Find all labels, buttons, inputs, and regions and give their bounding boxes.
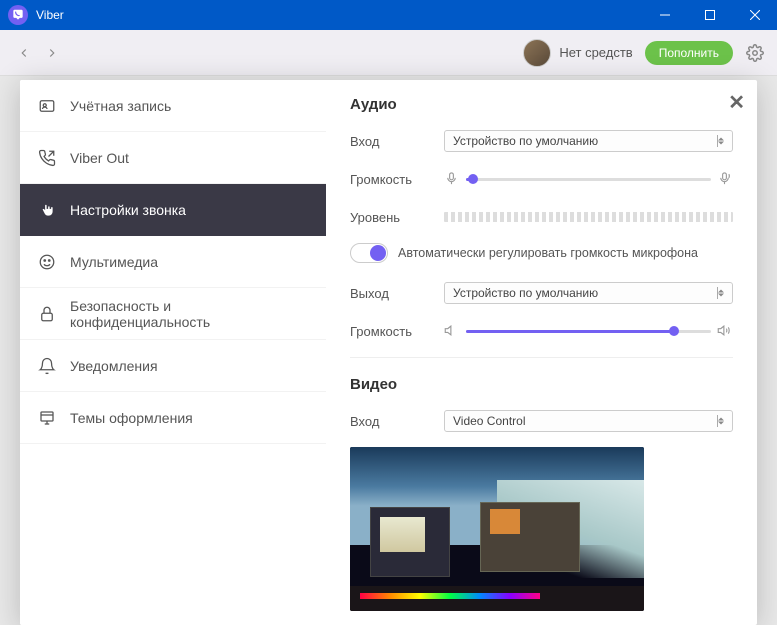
video-input-label: Вход (350, 414, 444, 429)
audio-section-title: Аудио (350, 96, 733, 113)
speaker-volume-label: Громкость (350, 324, 444, 339)
sidebar-item-label: Мультимедиа (70, 254, 158, 270)
forward-button[interactable] (38, 39, 66, 67)
sidebar-item-label: Viber Out (70, 150, 129, 166)
mic-high-icon (717, 171, 733, 187)
speaker-low-icon (444, 323, 460, 339)
phone-out-icon (38, 149, 56, 167)
settings-gear-icon[interactable] (743, 44, 767, 62)
audio-input-label: Вход (350, 134, 444, 149)
balance-text: Нет средств (559, 45, 632, 60)
sidebar-item-account[interactable]: Учётная запись (20, 80, 326, 132)
maximize-button[interactable] (687, 0, 732, 30)
close-modal-button[interactable]: ✕ (728, 90, 745, 115)
mic-volume-row: Громкость (350, 167, 733, 191)
speaker-volume-row: Громкость (350, 319, 733, 343)
theme-icon (38, 409, 56, 427)
sidebar-item-label: Безопасность и конфиденциальность (70, 298, 308, 330)
sidebar-item-label: Настройки звонка (70, 202, 186, 218)
lock-icon (38, 305, 56, 323)
video-preview (350, 447, 644, 611)
mic-level-row: Уровень (350, 205, 733, 229)
mic-volume-slider[interactable] (466, 178, 711, 181)
minimize-button[interactable] (642, 0, 687, 30)
speaker-high-icon (717, 323, 733, 339)
window-title: Viber (36, 8, 642, 22)
audio-output-row: Выход Устройство по умолчанию (350, 281, 733, 305)
hand-cursor-icon (38, 201, 56, 219)
sidebar-item-themes[interactable]: Темы оформления (20, 392, 326, 444)
sidebar-item-label: Учётная запись (70, 98, 171, 114)
auto-gain-toggle[interactable] (350, 243, 388, 263)
section-divider (350, 357, 733, 358)
video-input-select[interactable]: Video Control (444, 410, 733, 432)
sidebar-item-notifications[interactable]: Уведомления (20, 340, 326, 392)
account-card-icon (38, 97, 56, 115)
multimedia-icon (38, 253, 56, 271)
sidebar-item-call-settings[interactable]: Настройки звонка (20, 184, 326, 236)
audio-output-label: Выход (350, 286, 444, 301)
topup-button[interactable]: Пополнить (645, 41, 733, 65)
auto-gain-label: Автоматически регулировать громкость мик… (398, 246, 698, 260)
sidebar-item-multimedia[interactable]: Мультимедиа (20, 236, 326, 288)
window-controls (642, 0, 777, 30)
settings-sidebar: Учётная запись Viber Out Настройки звонк… (20, 80, 326, 625)
sidebar-item-label: Уведомления (70, 358, 158, 374)
settings-content: ✕ Аудио Вход Устройство по умолчанию Гро… (326, 80, 757, 625)
speaker-volume-slider[interactable] (466, 330, 711, 333)
audio-input-row: Вход Устройство по умолчанию (350, 129, 733, 153)
modal-backdrop: Учётная запись Viber Out Настройки звонк… (0, 76, 777, 625)
audio-input-select[interactable]: Устройство по умолчанию (444, 130, 733, 152)
bell-icon (38, 357, 56, 375)
audio-output-select[interactable]: Устройство по умолчанию (444, 282, 733, 304)
sidebar-item-label: Темы оформления (70, 410, 193, 426)
video-section-title: Видео (350, 376, 733, 393)
main-toolbar: Нет средств Пополнить (0, 30, 777, 76)
settings-modal: Учётная запись Viber Out Настройки звонк… (20, 80, 757, 625)
auto-gain-row: Автоматически регулировать громкость мик… (350, 243, 733, 263)
sidebar-item-viber-out[interactable]: Viber Out (20, 132, 326, 184)
mic-low-icon (444, 171, 460, 187)
back-button[interactable] (10, 39, 38, 67)
close-window-button[interactable] (732, 0, 777, 30)
avatar[interactable] (523, 39, 551, 67)
viber-logo-icon (8, 5, 28, 25)
mic-level-meter (444, 212, 733, 222)
sidebar-item-security[interactable]: Безопасность и конфиденциальность (20, 288, 326, 340)
titlebar: Viber (0, 0, 777, 30)
video-input-row: Вход Video Control (350, 409, 733, 433)
mic-volume-label: Громкость (350, 172, 444, 187)
mic-level-label: Уровень (350, 210, 444, 225)
